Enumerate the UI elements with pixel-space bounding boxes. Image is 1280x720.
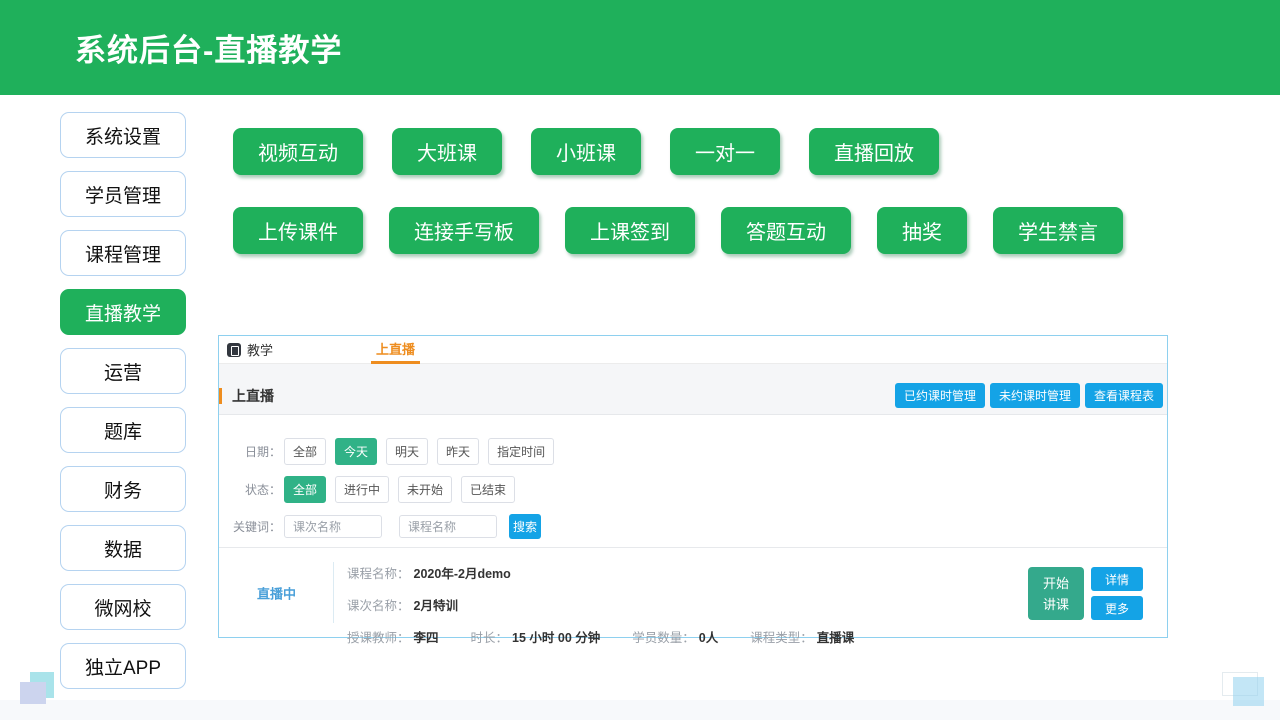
live-admin-panel: 教学 上直播 上直播 已约课时管理 未约课时管理 查看课程表 日期： 全部 今天… <box>218 335 1168 638</box>
date-option-yesterday[interactable]: 昨天 <box>437 438 479 465</box>
app-header: 系统后台-直播教学 <box>0 0 1280 95</box>
page-title: 系统后台-直播教学 <box>75 25 342 70</box>
feature-button-upload-courseware[interactable]: 上传课件 <box>233 207 363 254</box>
teacher-field: 授课教师：李四 <box>347 627 439 646</box>
feature-button-lottery[interactable]: 抽奖 <box>877 207 967 254</box>
decor-square-cyan-right <box>1233 677 1264 706</box>
section-accent-bar <box>219 388 222 404</box>
tab-go-live[interactable]: 上直播 <box>371 336 420 364</box>
status-option-ended[interactable]: 已结束 <box>461 476 515 503</box>
record-meta-line: 授课教师：李四 时长：15 小时 00 分钟 学员数量：0人 课程类型：直播课 <box>347 627 854 646</box>
sidebar-item-live-teaching[interactable]: 直播教学 <box>60 289 186 335</box>
app-label: 教学 <box>247 340 273 359</box>
sidebar-item-operations[interactable]: 运营 <box>60 348 186 394</box>
teaching-icon <box>227 343 241 357</box>
feature-button-one-on-one[interactable]: 一对一 <box>670 128 780 175</box>
sidebar: 系统设置 学员管理 课程管理 直播教学 运营 题库 财务 数据 微网校 独立AP… <box>60 112 186 702</box>
feature-button-student-mute[interactable]: 学生禁言 <box>993 207 1123 254</box>
sidebar-item-micro-school[interactable]: 微网校 <box>60 584 186 630</box>
keyword-filter-label: 关键词： <box>219 518 281 535</box>
tab-go-live-label: 上直播 <box>376 339 415 358</box>
sidebar-item-question-bank[interactable]: 题库 <box>60 407 186 453</box>
lesson-name-input[interactable] <box>284 515 382 538</box>
bottom-strip <box>0 700 1280 720</box>
date-option-today[interactable]: 今天 <box>335 438 377 465</box>
section-title: 上直播 <box>219 386 274 406</box>
sidebar-item-data[interactable]: 数据 <box>60 525 186 571</box>
feature-button-quiz-interaction[interactable]: 答题互动 <box>721 207 851 254</box>
unbooked-hours-button[interactable]: 未约课时管理 <box>990 383 1080 408</box>
filter-row-status: 状态： 全部 进行中 未开始 已结束 <box>219 476 1167 503</box>
status-option-not-started[interactable]: 未开始 <box>398 476 452 503</box>
search-button[interactable]: 搜索 <box>509 514 541 539</box>
more-button[interactable]: 更多 <box>1091 596 1143 620</box>
record-details: 课程名称： 2020年-2月demo 课次名称： 2月特训 授课教师：李四 时长… <box>347 563 854 646</box>
view-schedule-button[interactable]: 查看课程表 <box>1085 383 1163 408</box>
feature-buttons-row1: 视频互动 大班课 小班课 一对一 直播回放 <box>233 128 939 175</box>
feature-button-connect-tablet[interactable]: 连接手写板 <box>389 207 539 254</box>
duration-field: 时长：15 小时 00 分钟 <box>471 627 601 646</box>
filter-row-keyword: 关键词： 搜索 <box>219 514 1167 539</box>
filters: 日期： 全部 今天 明天 昨天 指定时间 状态： 全部 进行中 未开始 已结束 … <box>219 415 1167 547</box>
sidebar-item-student-management[interactable]: 学员管理 <box>60 171 186 217</box>
filter-row-date: 日期： 全部 今天 明天 昨天 指定时间 <box>219 438 1167 465</box>
record-divider <box>333 562 334 623</box>
status-option-in-progress[interactable]: 进行中 <box>335 476 389 503</box>
feature-button-large-class[interactable]: 大班课 <box>392 128 502 175</box>
feature-buttons-row2: 上传课件 连接手写板 上课签到 答题互动 抽奖 学生禁言 <box>233 207 1123 254</box>
status-option-all[interactable]: 全部 <box>284 476 326 503</box>
feature-button-video-interaction[interactable]: 视频互动 <box>233 128 363 175</box>
feature-button-class-signin[interactable]: 上课签到 <box>565 207 695 254</box>
sidebar-item-finance[interactable]: 财务 <box>60 466 186 512</box>
date-option-all[interactable]: 全部 <box>284 438 326 465</box>
course-name-line: 课程名称： 2020年-2月demo <box>347 563 854 582</box>
booked-hours-button[interactable]: 已约课时管理 <box>895 383 985 408</box>
start-teaching-button[interactable]: 开始讲课 <box>1028 567 1084 620</box>
detail-button[interactable]: 详情 <box>1091 567 1143 591</box>
date-option-tomorrow[interactable]: 明天 <box>386 438 428 465</box>
sidebar-item-system-settings[interactable]: 系统设置 <box>60 112 186 158</box>
live-record-row: 直播中 课程名称： 2020年-2月demo 课次名称： 2月特训 授课教师：李… <box>219 547 1167 637</box>
panel-tabbar: 教学 上直播 <box>219 336 1167 364</box>
lesson-name-line: 课次名称： 2月特训 <box>347 595 854 614</box>
status-badge: 直播中 <box>257 583 296 602</box>
date-option-custom[interactable]: 指定时间 <box>488 438 554 465</box>
panel-toolbar-band: 上直播 已约课时管理 未约课时管理 查看课程表 <box>219 364 1167 415</box>
student-count-field: 学员数量：0人 <box>632 627 718 646</box>
course-name-input[interactable] <box>399 515 497 538</box>
status-filter-label: 状态： <box>219 481 281 498</box>
feature-button-small-class[interactable]: 小班课 <box>531 128 641 175</box>
course-type-field: 课程类型：直播课 <box>750 627 854 646</box>
sidebar-item-standalone-app[interactable]: 独立APP <box>60 643 186 689</box>
date-filter-label: 日期： <box>219 443 281 460</box>
section-actions: 已约课时管理 未约课时管理 查看课程表 <box>895 383 1163 408</box>
decor-square-lavender-left <box>20 682 46 704</box>
sidebar-item-course-management[interactable]: 课程管理 <box>60 230 186 276</box>
feature-button-live-replay[interactable]: 直播回放 <box>809 128 939 175</box>
